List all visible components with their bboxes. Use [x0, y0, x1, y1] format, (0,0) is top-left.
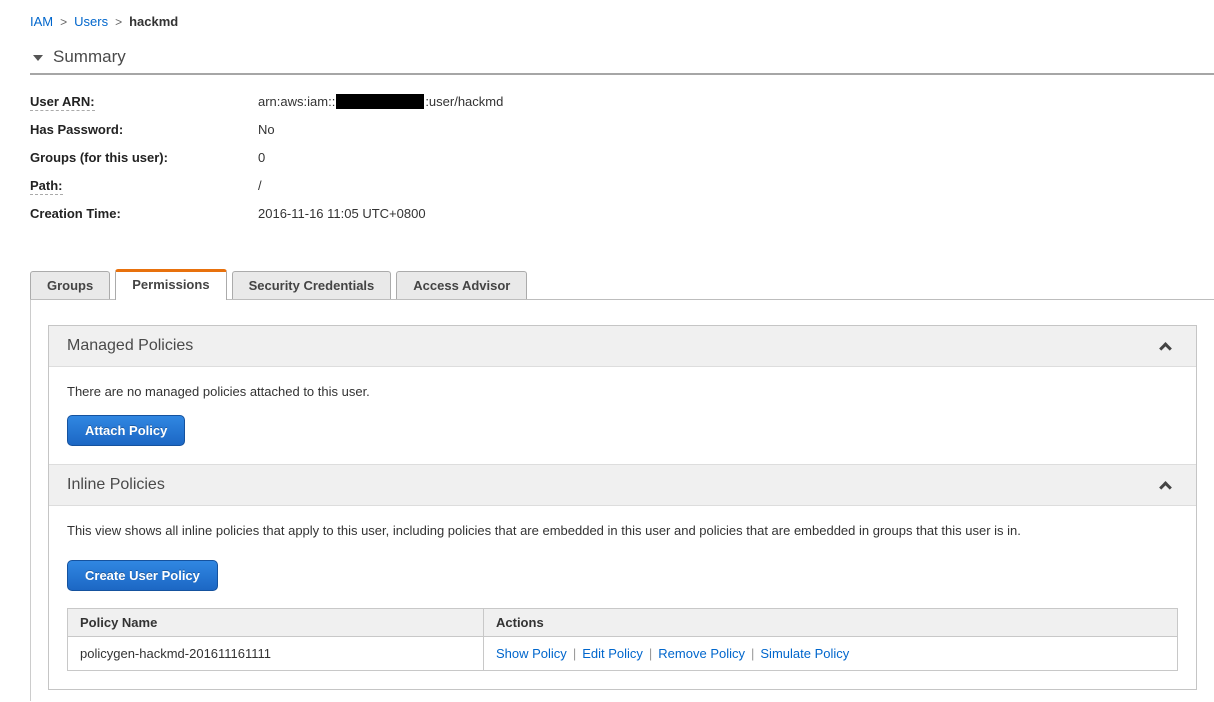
breadcrumb-current-user: hackmd	[129, 14, 179, 29]
breadcrumb-link-iam[interactable]: IAM	[30, 14, 53, 29]
breadcrumb-separator: >	[115, 15, 123, 29]
tab-security-credentials[interactable]: Security Credentials	[231, 271, 392, 299]
field-row-has-password: Has Password: No	[30, 115, 1214, 143]
managed-policies-title: Managed Policies	[67, 337, 194, 354]
arn-suffix: :user/hackmd	[425, 93, 504, 109]
inline-policies-table: Policy Name Actions policygen-hackmd-201…	[67, 608, 1178, 671]
tab-permissions[interactable]: Permissions	[115, 269, 227, 300]
field-value-path: /	[258, 177, 262, 193]
table-header-row: Policy Name Actions	[67, 608, 1178, 637]
redacted-account-id	[336, 93, 425, 109]
summary-divider	[30, 73, 1214, 75]
inline-policies-description: This view shows all inline policies that…	[67, 523, 1021, 538]
managed-policies-empty-message: There are no managed policies attached t…	[67, 384, 370, 399]
simulate-policy-link[interactable]: Simulate Policy	[760, 646, 849, 661]
field-label-groups: Groups (for this user):	[30, 149, 168, 165]
breadcrumb: IAM > Users > hackmd	[30, 0, 1214, 29]
column-header-actions: Actions	[483, 608, 1178, 637]
managed-policies-body: There are no managed policies attached t…	[49, 367, 1196, 464]
arn-prefix: arn:aws:iam::	[258, 93, 336, 109]
inline-policies-body: This view shows all inline policies that…	[49, 506, 1196, 689]
attach-policy-button[interactable]: Attach Policy	[67, 415, 186, 446]
remove-policy-link[interactable]: Remove Policy	[658, 646, 745, 661]
column-header-policy-name: Policy Name	[67, 608, 484, 637]
breadcrumb-separator: >	[60, 15, 68, 29]
summary-title: Summary	[53, 47, 126, 66]
field-label-path: Path:	[30, 177, 63, 195]
policy-actions-cell: Show Policy | Edit Policy | Remove Policy | Si…	[483, 636, 1178, 671]
action-separator: |	[751, 646, 755, 661]
breadcrumb-link-users[interactable]: Users	[74, 14, 108, 29]
field-value-has-password: No	[258, 121, 275, 137]
summary-fields: User ARN: arn:aws:iam:::user/hackmd Has …	[30, 87, 1214, 227]
table-row: policygen-hackmd-201611161111 Show Polic…	[67, 636, 1178, 671]
policies-sections-box: Managed Policies There are no managed po…	[48, 325, 1197, 690]
action-separator: |	[648, 646, 653, 661]
action-separator: |	[572, 646, 577, 661]
inline-policies-header: Inline Policies	[49, 464, 1196, 506]
create-user-policy-button[interactable]: Create User Policy	[67, 560, 218, 591]
field-label-creation-time: Creation Time:	[30, 205, 121, 221]
field-value-creation-time: 2016-11-16 11:05 UTC+0800	[258, 205, 426, 221]
field-row-path: Path: /	[30, 171, 1214, 199]
tab-access-advisor[interactable]: Access Advisor	[396, 271, 528, 299]
field-value-user-arn: arn:aws:iam:::user/hackmd	[258, 93, 504, 109]
field-row-groups: Groups (for this user): 0	[30, 143, 1214, 171]
summary-header[interactable]: Summary	[30, 47, 1214, 67]
field-row-creation-time: Creation Time: 2016-11-16 11:05 UTC+0800	[30, 199, 1214, 227]
field-label-user-arn: User ARN:	[30, 93, 95, 111]
edit-policy-link[interactable]: Edit Policy	[582, 646, 643, 661]
chevron-up-icon[interactable]	[1159, 481, 1172, 494]
show-policy-link[interactable]: Show Policy	[496, 646, 567, 661]
policy-name-cell: policygen-hackmd-201611161111	[67, 636, 484, 671]
field-label-has-password: Has Password:	[30, 121, 124, 137]
inline-policies-title: Inline Policies	[67, 476, 165, 493]
field-row-user-arn: User ARN: arn:aws:iam:::user/hackmd	[30, 87, 1214, 115]
triangle-down-icon	[33, 55, 43, 61]
managed-policies-header: Managed Policies	[49, 326, 1196, 367]
page: IAM > Users > hackmd Summary User ARN: arn:a…	[30, 0, 1214, 701]
chevron-up-icon[interactable]	[1159, 342, 1172, 355]
tab-groups[interactable]: Groups	[30, 271, 111, 299]
tab-strip: Groups Permissions Security Credentials …	[30, 269, 1214, 300]
permissions-tab-panel: Managed Policies There are no managed po…	[30, 300, 1214, 701]
field-value-groups: 0	[258, 149, 266, 165]
